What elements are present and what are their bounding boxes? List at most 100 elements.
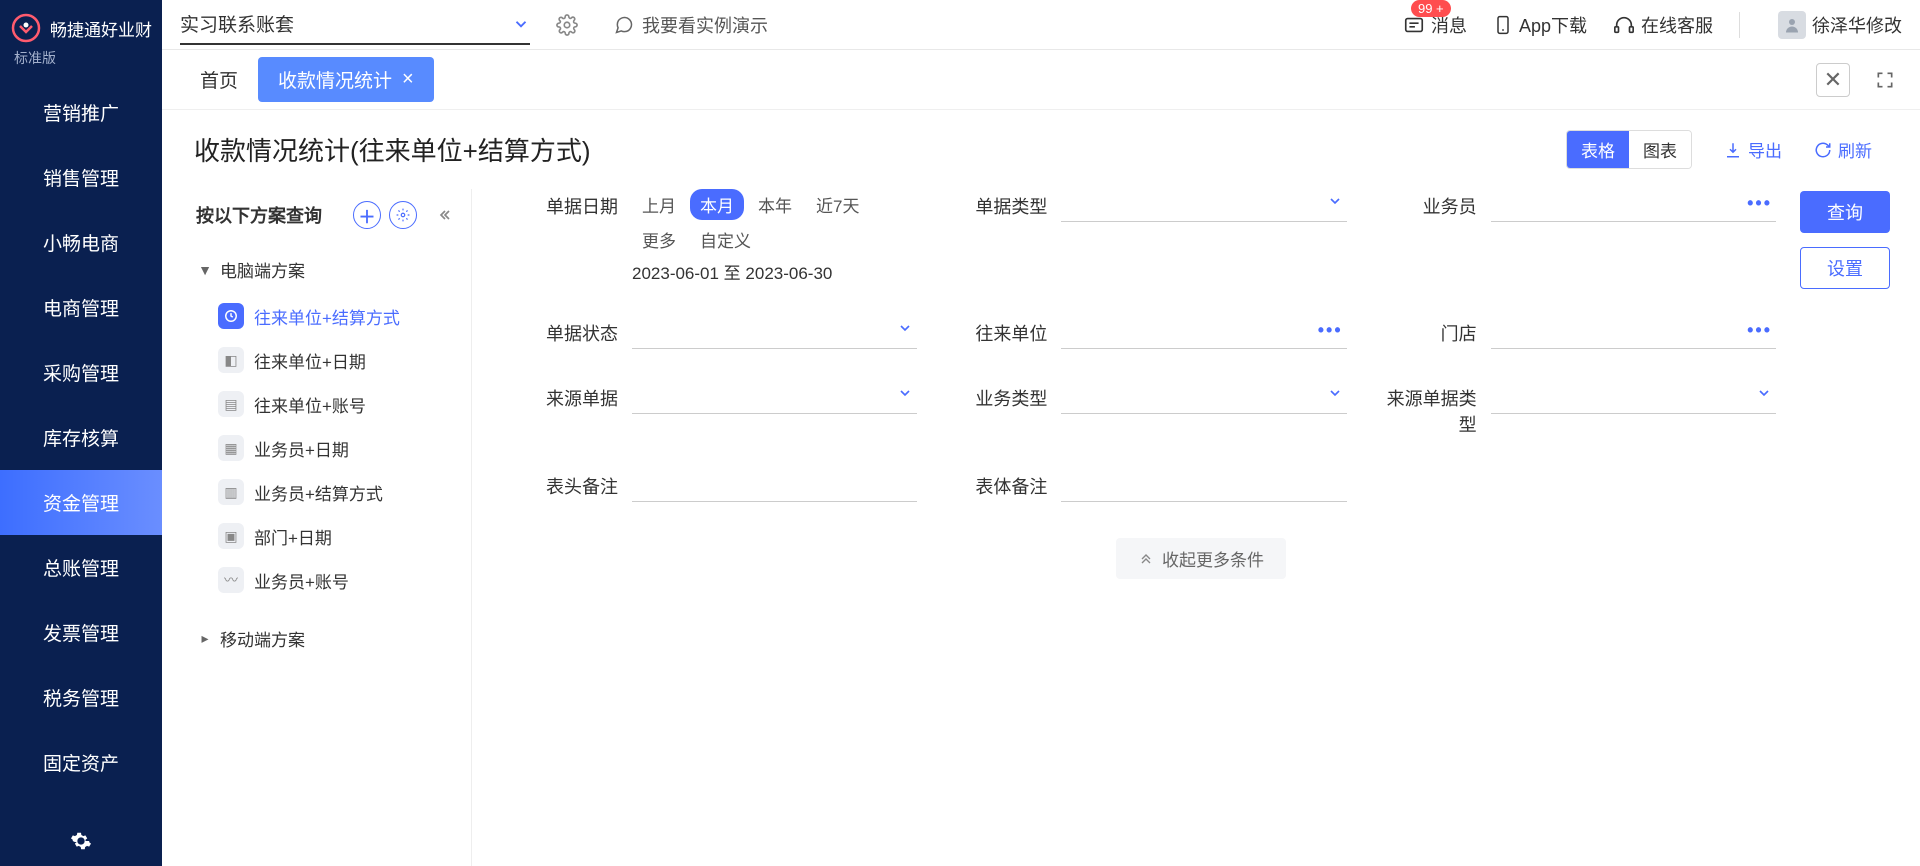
scheme-item-0[interactable]: 往来单位+结算方式: [212, 294, 463, 338]
sidebar-item-7[interactable]: 总账管理: [0, 535, 162, 600]
main-region: 实习联系账套 我要看实例演示 99 + 消息: [162, 0, 1920, 866]
filter-settings-button[interactable]: 设置: [1800, 247, 1890, 289]
biz-type-input[interactable]: [1061, 381, 1346, 414]
export-button[interactable]: 导出: [1724, 137, 1782, 162]
pill-this-year[interactable]: 本年: [748, 189, 802, 220]
sidebar-item-2[interactable]: 小畅电商: [0, 210, 162, 275]
messages-button[interactable]: 99 + 消息: [1403, 12, 1467, 38]
caret-right-icon: ▸: [196, 630, 214, 647]
user-menu[interactable]: 徐泽华修改: [1766, 11, 1902, 39]
demo-link[interactable]: 我要看实例演示: [614, 12, 768, 38]
close-icon[interactable]: ×: [402, 68, 414, 91]
tab-receipt-stats[interactable]: 收款情况统计 ×: [258, 57, 434, 102]
app-download-button[interactable]: App下载: [1493, 12, 1587, 38]
scheme-item-2-label: 往来单位+账号: [254, 392, 366, 417]
refresh-button[interactable]: 刷新: [1814, 137, 1872, 162]
collapse-filters-button[interactable]: 收起更多条件: [1116, 538, 1286, 579]
pill-this-month[interactable]: 本月: [690, 189, 744, 220]
export-icon: [1724, 141, 1742, 159]
partner-input[interactable]: [1061, 316, 1346, 349]
pill-more[interactable]: 更多: [632, 224, 686, 255]
account-settings-icon[interactable]: [550, 8, 584, 42]
online-service-button[interactable]: 在线客服: [1613, 12, 1713, 38]
filter-doc-status-label: 单据状态: [512, 316, 632, 346]
pill-custom[interactable]: 自定义: [690, 224, 761, 255]
scheme-panel: 按以下方案查询 ＋ ▼ 电脑端方案: [192, 189, 472, 866]
scheme-group-desktop-head[interactable]: ▼ 电脑端方案: [192, 249, 463, 290]
close-all-button[interactable]: ✕: [1816, 63, 1850, 97]
tabbar: 首页 收款情况统计 × ✕: [162, 50, 1920, 110]
tab-actions: ✕: [1816, 63, 1920, 97]
scheme-item-5[interactable]: ▣部门+日期: [212, 514, 463, 558]
collapse-panel-button[interactable]: [431, 201, 459, 229]
scheme-group-mobile-label: 移动端方案: [220, 626, 305, 651]
filter-salesperson: 业务员 •••: [1371, 189, 1776, 222]
doc-type-input[interactable]: [1061, 189, 1346, 222]
refresh-label: 刷新: [1838, 137, 1872, 162]
sidebar-item-8[interactable]: 发票管理: [0, 600, 162, 665]
more-icon[interactable]: •••: [1747, 320, 1772, 341]
store-input[interactable]: [1491, 316, 1776, 349]
messages-badge: 99 +: [1411, 0, 1451, 17]
doc-status-input[interactable]: [632, 316, 917, 349]
scheme-item-1[interactable]: ◧往来单位+日期: [212, 338, 463, 382]
scheme-item-3[interactable]: ▦业务员+日期: [212, 426, 463, 470]
add-scheme-button[interactable]: ＋: [353, 201, 381, 229]
topbar: 实习联系账套 我要看实例演示 99 + 消息: [162, 0, 1920, 50]
body-note-input[interactable]: [1061, 469, 1346, 502]
sidebar-item-5[interactable]: 库存核算: [0, 405, 162, 470]
scheme-group-mobile-head[interactable]: ▸ 移动端方案: [192, 618, 463, 659]
chart-icon: ◧: [218, 347, 244, 373]
sidebar-item-4[interactable]: 采购管理: [0, 340, 162, 405]
divider: [1739, 12, 1740, 38]
brand-logo: 畅捷通好业财: [0, 0, 162, 48]
scheme-item-4[interactable]: ▥业务员+结算方式: [212, 470, 463, 514]
sidebar-item-1[interactable]: 销售管理: [0, 145, 162, 210]
chevron-down-icon[interactable]: [897, 320, 913, 336]
chevron-down-icon[interactable]: [1756, 385, 1772, 401]
view-chart-button[interactable]: 图表: [1629, 131, 1691, 168]
content-area: 按以下方案查询 ＋ ▼ 电脑端方案: [162, 189, 1920, 866]
filter-source-doc: 来源单据: [512, 381, 917, 414]
source-doc-input[interactable]: [632, 381, 917, 414]
card-icon: ▤: [218, 391, 244, 417]
tab-receipt-label: 收款情况统计: [278, 66, 392, 93]
tab-home[interactable]: 首页: [180, 57, 258, 102]
pill-last-month[interactable]: 上月: [632, 189, 686, 220]
scheme-settings-button[interactable]: [389, 201, 417, 229]
chevron-down-icon[interactable]: [1327, 385, 1343, 401]
scheme-item-6[interactable]: 〰业务员+账号: [212, 558, 463, 602]
sidebar-item-10[interactable]: 固定资产: [0, 730, 162, 795]
more-icon[interactable]: •••: [1318, 320, 1343, 341]
scheme-item-2[interactable]: ▤ 往来单位+账号: [212, 382, 463, 426]
sidebar-item-0[interactable]: 营销推广: [0, 80, 162, 145]
filter-source-doc-type: 来源单据类型: [1371, 381, 1776, 437]
sidebar-item-9[interactable]: 税务管理: [0, 665, 162, 730]
fullscreen-button[interactable]: [1868, 63, 1902, 97]
salesperson-input[interactable]: [1491, 189, 1776, 222]
filter-doc-type: 单据类型: [941, 189, 1346, 222]
chevron-down-icon[interactable]: [897, 385, 913, 401]
pill-7days[interactable]: 近7天: [806, 189, 869, 220]
header-note-input[interactable]: [632, 469, 917, 502]
collapse-filters-label: 收起更多条件: [1162, 546, 1264, 571]
service-label: 在线客服: [1641, 12, 1713, 38]
filter-store: 门店 •••: [1371, 316, 1776, 349]
scheme-title: 按以下方案查询: [196, 202, 322, 228]
clock-icon: [218, 303, 244, 329]
sidebar-settings-button[interactable]: [0, 816, 162, 866]
filter-grid: 单据日期 上月 本月 本年 近7天 更多 自定义 20: [512, 189, 1776, 502]
source-doc-type-input[interactable]: [1491, 381, 1776, 414]
line-icon: 〰: [218, 567, 244, 593]
avatar: [1778, 11, 1806, 39]
filter-store-label: 门店: [1371, 316, 1491, 346]
chevron-down-icon[interactable]: [1327, 193, 1343, 209]
filter-salesperson-label: 业务员: [1371, 189, 1491, 219]
sidebar-item-3[interactable]: 电商管理: [0, 275, 162, 340]
query-button[interactable]: 查询: [1800, 191, 1890, 233]
account-selector[interactable]: 实习联系账套: [180, 4, 530, 45]
sidebar-item-6[interactable]: 资金管理: [0, 470, 162, 535]
view-table-button[interactable]: 表格: [1567, 131, 1629, 168]
more-icon[interactable]: •••: [1747, 193, 1772, 214]
brand-edition: 标准版: [0, 48, 162, 80]
